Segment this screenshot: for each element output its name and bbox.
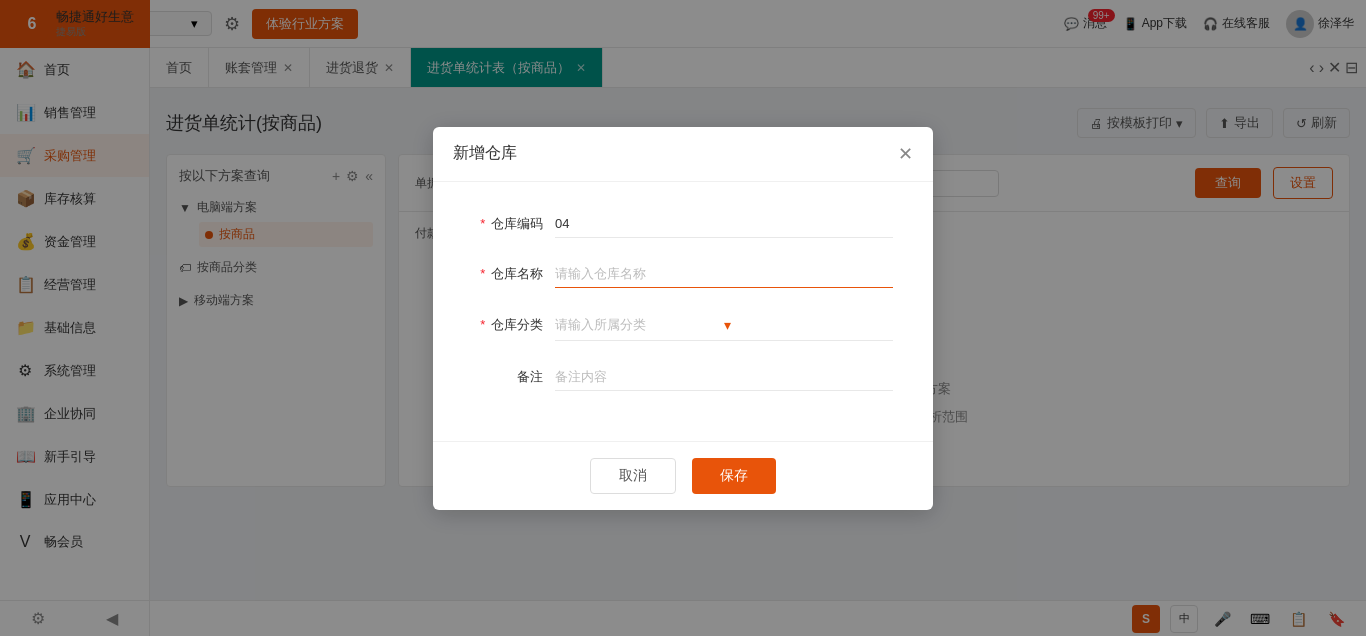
warehouse-name-row: * 仓库名称	[473, 260, 893, 288]
note-label-text: 备注	[517, 369, 543, 384]
dialog-close-button[interactable]: ✕	[898, 143, 913, 165]
dialog-footer: 取消 保存	[433, 441, 933, 510]
dialog-title: 新增仓库	[453, 143, 517, 164]
dialog: 新增仓库 ✕ * 仓库编码 * 仓库名称 * 仓库分	[433, 127, 933, 510]
warehouse-code-label: * 仓库编码	[473, 215, 543, 233]
warehouse-name-input[interactable]	[555, 260, 893, 288]
warehouse-category-arrow: ▾	[724, 317, 893, 333]
note-row: 备注	[473, 363, 893, 391]
note-input[interactable]	[555, 363, 893, 391]
dialog-overlay[interactable]: 新增仓库 ✕ * 仓库编码 * 仓库名称 * 仓库分	[0, 0, 1366, 636]
required-mark: *	[480, 216, 485, 231]
warehouse-category-label: * 仓库分类	[473, 316, 543, 334]
warehouse-category-row: * 仓库分类 请输入所属分类 ▾	[473, 310, 893, 341]
warehouse-category-label-text: 仓库分类	[491, 317, 543, 332]
warehouse-name-label-text: 仓库名称	[491, 266, 543, 281]
warehouse-name-label: * 仓库名称	[473, 265, 543, 283]
required-mark2: *	[480, 266, 485, 281]
warehouse-category-select[interactable]: 请输入所属分类 ▾	[555, 310, 893, 341]
save-button[interactable]: 保存	[692, 458, 776, 494]
warehouse-code-label-text: 仓库编码	[491, 216, 543, 231]
warehouse-category-placeholder: 请输入所属分类	[555, 316, 724, 334]
warehouse-code-row: * 仓库编码	[473, 210, 893, 238]
warehouse-code-input[interactable]	[555, 210, 893, 238]
cancel-button[interactable]: 取消	[590, 458, 676, 494]
note-label: 备注	[473, 368, 543, 386]
dialog-body: * 仓库编码 * 仓库名称 * 仓库分类 请输入所属分类 ▾	[433, 182, 933, 441]
dialog-header: 新增仓库 ✕	[433, 127, 933, 182]
required-mark3: *	[480, 317, 485, 332]
